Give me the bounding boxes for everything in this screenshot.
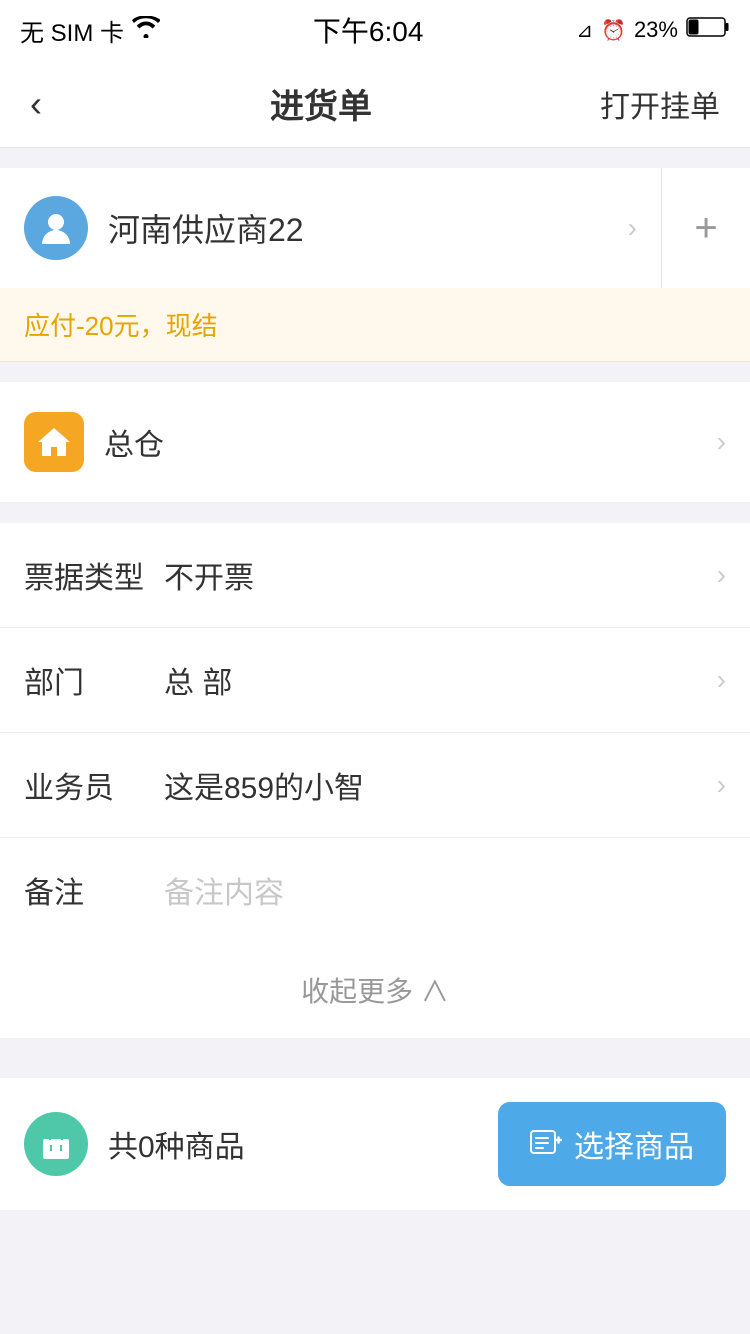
salesperson-label: 业务员 xyxy=(24,763,164,807)
department-row[interactable]: 部门 总 部 › xyxy=(0,628,750,733)
status-right: ⊿ ⏰ 23% xyxy=(576,16,730,44)
select-product-icon xyxy=(530,1130,562,1158)
supplier-row[interactable]: 河南供应商22 › xyxy=(0,168,662,288)
remark-row[interactable]: 备注 备注内容 xyxy=(0,838,750,942)
salesperson-chevron-icon: › xyxy=(717,769,726,801)
select-product-button[interactable]: 选择商品 xyxy=(498,1102,726,1186)
gap2 xyxy=(0,362,750,382)
alarm-icon: ⏰ xyxy=(601,18,626,43)
location-icon: ⊿ xyxy=(576,18,593,43)
warehouse-label: 总仓 xyxy=(104,420,717,464)
supplier-avatar xyxy=(24,196,88,260)
nav-bar: ‹ 进货单 打开挂单 xyxy=(0,60,750,148)
supplier-name: 河南供应商22 xyxy=(108,205,618,251)
carrier-label: 无 SIM 卡 xyxy=(20,13,124,48)
warning-banner: 应付-20元，现结 xyxy=(0,288,750,362)
invoice-type-row[interactable]: 票据类型 不开票 › xyxy=(0,523,750,628)
status-left: 无 SIM 卡 xyxy=(20,13,160,48)
supplier-section: 河南供应商22 › + xyxy=(0,168,750,288)
salesperson-row[interactable]: 业务员 这是859的小智 › xyxy=(0,733,750,838)
invoice-type-label: 票据类型 xyxy=(24,553,164,597)
warehouse-row[interactable]: 总仓 › xyxy=(0,382,750,503)
warehouse-icon xyxy=(24,412,84,472)
page-title: 进货单 xyxy=(270,79,372,128)
remark-label: 备注 xyxy=(24,868,164,912)
status-time: 下午6:04 xyxy=(313,10,424,50)
gap3 xyxy=(0,503,750,523)
warehouse-chevron-icon: › xyxy=(717,426,726,458)
gap4 xyxy=(0,1038,750,1058)
remark-input[interactable]: 备注内容 xyxy=(164,868,726,912)
gap1 xyxy=(0,148,750,168)
select-product-label: 选择商品 xyxy=(574,1122,694,1166)
battery-label: 23% xyxy=(634,17,678,43)
status-bar: 无 SIM 卡 下午6:04 ⊿ ⏰ 23% xyxy=(0,0,750,60)
wifi-icon xyxy=(132,16,160,45)
product-icon xyxy=(24,1112,88,1176)
invoice-type-value: 不开票 xyxy=(164,553,717,597)
collapse-label: 收起更多 ∧ xyxy=(301,970,449,1010)
back-button[interactable]: ‹ xyxy=(30,83,42,125)
battery-icon xyxy=(686,16,730,44)
department-chevron-icon: › xyxy=(717,664,726,696)
supplier-chevron-icon: › xyxy=(628,212,637,244)
product-section: 共0种商品 选择商品 xyxy=(0,1078,750,1210)
collapse-button[interactable]: 收起更多 ∧ xyxy=(0,942,750,1038)
department-value: 总 部 xyxy=(164,658,717,702)
product-count-label: 共0种商品 xyxy=(108,1122,245,1166)
open-pending-button[interactable]: 打开挂单 xyxy=(600,82,720,126)
invoice-type-chevron-icon: › xyxy=(717,559,726,591)
department-label: 部门 xyxy=(24,658,164,702)
add-supplier-button[interactable]: + xyxy=(662,206,750,251)
salesperson-value: 这是859的小智 xyxy=(164,763,717,807)
product-left: 共0种商品 xyxy=(24,1112,245,1176)
